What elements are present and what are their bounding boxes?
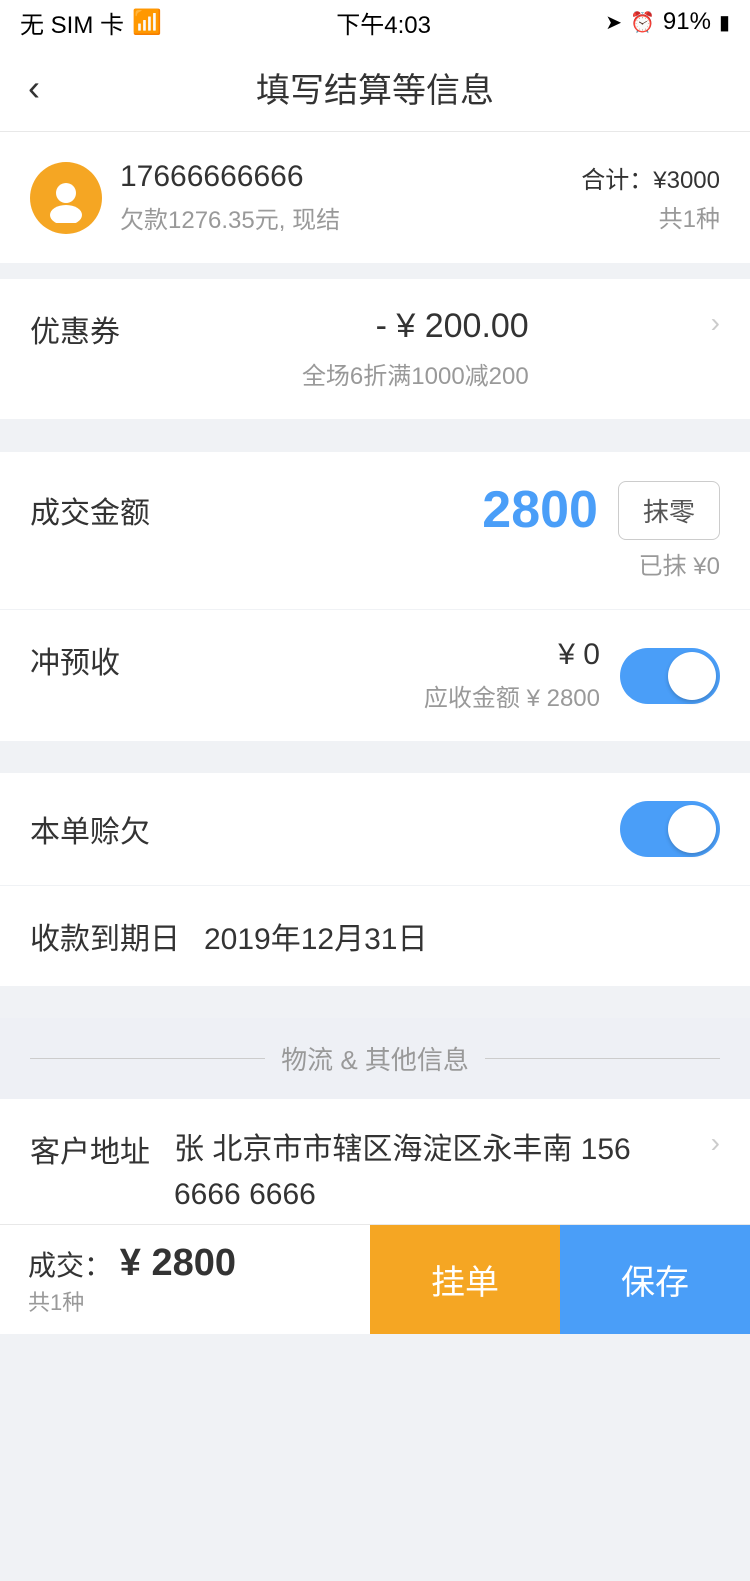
due-date-section: 收款到期日 2019年12月31日 (0, 886, 750, 986)
carrier-text: 无 SIM 卡 (20, 5, 124, 40)
customer-card: 17666666666 欠款1276.35元, 现结 合计：¥3000 共1种 (0, 132, 750, 263)
prepay-amounts: ¥ 0 应收金额 ¥ 2800 (424, 638, 600, 713)
prepay-right: ¥ 0 应收金额 ¥ 2800 (424, 638, 720, 713)
section-divider-2 (0, 757, 750, 773)
bottom-bar: 成交： ¥ 2800 共1种 挂单 保存 (0, 1224, 750, 1334)
hang-button[interactable]: 挂单 (370, 1225, 560, 1334)
address-value: 张 北京市市辖区海淀区永丰南 156 6666 6666 (174, 1127, 695, 1217)
divider-line-left (30, 1058, 265, 1059)
back-button[interactable]: ‹ (28, 67, 40, 109)
page-title: 填写结算等信息 (256, 63, 494, 112)
amount-right: 2800 抹零 (482, 480, 720, 540)
already-rounded-text: 已抹 ¥0 (639, 553, 720, 580)
section-divider-1 (0, 436, 750, 452)
address-chevron-icon: › (711, 1127, 720, 1159)
amount-row: 成交金额 2800 抹零 (30, 480, 720, 540)
prepay-receivable: 应收金额 ¥ 2800 (424, 678, 600, 713)
customer-debt: 欠款1276.35元, 现结 (120, 200, 340, 235)
total-count: 共1种 (581, 199, 720, 234)
avatar (30, 162, 102, 234)
address-label: 客户地址 (30, 1127, 150, 1171)
status-right: ➤ ⏰ 91% ▮ (605, 8, 730, 36)
customer-info: 17666666666 欠款1276.35元, 现结 (120, 160, 340, 235)
prepay-amount: ¥ 0 (424, 638, 600, 672)
chevron-right-icon: › (711, 307, 720, 339)
status-left: 无 SIM 卡 📶 (20, 5, 162, 40)
location-icon: ➤ (605, 10, 622, 35)
logistics-text: 物流 & 其他信息 (281, 1040, 469, 1077)
prepay-section: 冲预收 ¥ 0 应收金额 ¥ 2800 (0, 610, 750, 741)
coupon-desc: 全场6折满1000减200 (302, 356, 529, 391)
deal-amount-section: 成交金额 2800 抹零 已抹 ¥0 (0, 452, 750, 610)
prepay-toggle[interactable] (620, 648, 720, 704)
coupon-right: - ¥ 200.00 全场6折满1000减200 (302, 307, 529, 391)
round-button[interactable]: 抹零 (618, 481, 720, 540)
wifi-icon: 📶 (132, 8, 162, 37)
save-button[interactable]: 保存 (560, 1225, 750, 1334)
deal-amount-value: 2800 (482, 480, 598, 540)
total-label: 合计：¥3000 (581, 160, 720, 195)
bottom-deal-amount: ¥ 2800 (120, 1242, 236, 1284)
bottom-deal-row: 成交： ¥ 2800 (28, 1242, 342, 1285)
debt-section: 本单赊欠 (0, 773, 750, 886)
content: 17666666666 欠款1276.35元, 现结 合计：¥3000 共1种 … (0, 132, 750, 1581)
coupon-label: 优惠券 (30, 307, 120, 351)
battery-text: 91% (663, 8, 711, 36)
section-divider-3 (0, 1002, 750, 1018)
prepay-label: 冲预收 (30, 638, 120, 682)
debt-label: 本单赊欠 (30, 807, 150, 851)
status-time: 下午4:03 (336, 5, 431, 40)
coupon-section[interactable]: 优惠券 - ¥ 200.00 全场6折满1000减200 › (0, 279, 750, 420)
customer-phone: 17666666666 (120, 160, 340, 194)
deal-amount-label: 成交金额 (30, 488, 150, 532)
bottom-summary: 成交： ¥ 2800 共1种 (0, 1225, 370, 1334)
status-bar: 无 SIM 卡 📶 下午4:03 ➤ ⏰ 91% ▮ (0, 0, 750, 44)
due-date-value: 2019年12月31日 (204, 914, 427, 958)
alarm-icon: ⏰ (630, 10, 655, 35)
divider-line-right (485, 1058, 720, 1059)
nav-bar: ‹ 填写结算等信息 (0, 44, 750, 132)
battery-icon: ▮ (719, 10, 730, 35)
due-date-label: 收款到期日 (30, 914, 180, 958)
bottom-deal-label: 成交： (28, 1250, 112, 1281)
debt-toggle[interactable] (620, 801, 720, 857)
coupon-amount: - ¥ 200.00 (376, 307, 529, 346)
customer-left: 17666666666 欠款1276.35元, 现结 (30, 160, 340, 235)
customer-total: 合计：¥3000 共1种 (581, 160, 720, 234)
logistics-divider: 物流 & 其他信息 (0, 1018, 750, 1099)
bottom-count: 共1种 (28, 1285, 342, 1317)
